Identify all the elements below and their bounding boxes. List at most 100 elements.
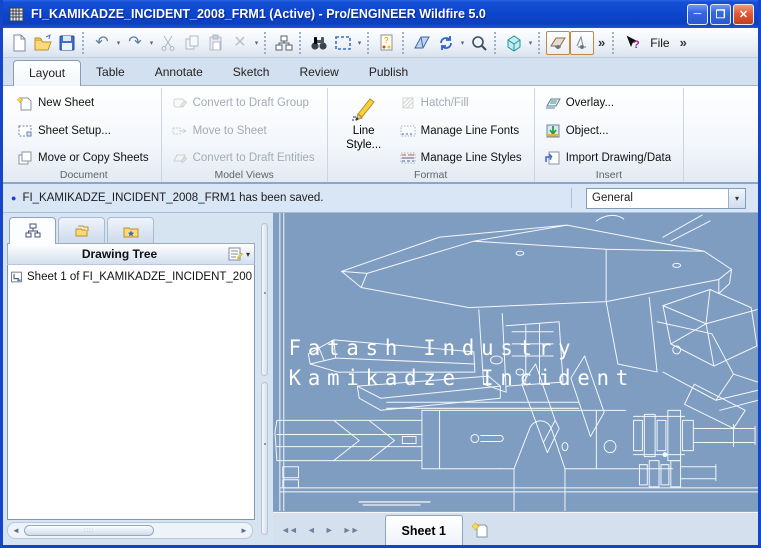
splitter-handle-bottom[interactable] xyxy=(261,382,268,535)
redo-dropdown[interactable]: ▾ xyxy=(147,31,156,55)
selection-filter-dropdown[interactable]: ▾ xyxy=(355,31,364,55)
overlay-button[interactable]: Overlay... xyxy=(543,93,673,113)
scrollbar-thumb[interactable]: :::: xyxy=(24,525,154,536)
move-to-sheet-button[interactable]: Move to Sheet xyxy=(170,121,317,141)
tab-layer-tree[interactable] xyxy=(58,217,105,244)
move-copy-sheets-icon xyxy=(17,150,33,166)
copy-icon xyxy=(183,34,201,52)
ribbon: New Sheet Sheet Setup... Move or Copy Sh… xyxy=(3,86,758,184)
manage-line-fonts-button[interactable]: Manage Line Fonts xyxy=(398,121,524,141)
sheet-1-tab[interactable]: Sheet 1 xyxy=(385,515,463,545)
file-menu-button[interactable]: File xyxy=(644,36,675,50)
save-button[interactable] xyxy=(55,31,79,55)
message-bar: ● FI_KAMIKADZE_INCIDENT_2008_FRM1 has be… xyxy=(3,184,758,213)
object-button[interactable]: Object... xyxy=(543,121,673,141)
new-file-button[interactable] xyxy=(7,31,31,55)
ribbon-group-model-views: Convert to Draft Group Move to Sheet Con… xyxy=(162,88,328,182)
undo-dropdown[interactable]: ▾ xyxy=(114,31,123,55)
delete-dropdown[interactable]: ▾ xyxy=(252,31,261,55)
convert-draft-entities-button[interactable]: Convert to Draft Entities xyxy=(170,148,317,168)
move-copy-sheets-button[interactable]: Move or Copy Sheets xyxy=(15,148,151,168)
drawing-tree-title: Drawing Tree xyxy=(12,247,227,261)
layer-status-icon: ? xyxy=(378,34,396,52)
minimize-button[interactable]: ─ xyxy=(687,4,708,25)
repaint-button[interactable] xyxy=(434,31,458,55)
tree-horizontal-scrollbar[interactable]: ◄ :::: ► xyxy=(7,522,253,539)
symbol-display-toggle[interactable] xyxy=(570,31,594,55)
line-style-button[interactable]: Line Style... xyxy=(336,91,392,168)
tree-item-sheet1[interactable]: Sheet 1 of FI_KAMIKADZE_INCIDENT_200 xyxy=(10,269,252,285)
file-overflow-button[interactable]: » xyxy=(676,35,691,50)
panel-splitter[interactable] xyxy=(255,213,273,545)
delete-button[interactable]: ✕ xyxy=(228,31,252,55)
convert-draft-group-button[interactable]: Convert to Draft Group xyxy=(170,93,317,113)
ritem-label: Object... xyxy=(566,125,609,137)
last-sheet-button[interactable]: ►► xyxy=(343,525,359,535)
sheet-navigation: ◄◄ ◄ ► ►► xyxy=(281,515,359,545)
close-button[interactable]: ✕ xyxy=(733,4,754,25)
undo-button[interactable]: ↶ xyxy=(90,31,114,55)
drawing-canvas[interactable]: Fatash Industry Kamikadze Incident xyxy=(273,213,758,511)
drawing-title-line2: Kamikadze Incident xyxy=(289,366,635,390)
copy-button[interactable] xyxy=(180,31,204,55)
combo-arrow-icon[interactable]: ▾ xyxy=(728,189,745,208)
import-drawing-button[interactable]: Import Drawing/Data xyxy=(543,148,673,168)
status-message: FI_KAMIKADZE_INCIDENT_2008_FRM1 has been… xyxy=(22,192,565,204)
view-display-button[interactable] xyxy=(502,31,526,55)
scroll-left-icon[interactable]: ◄ xyxy=(10,526,22,535)
ritem-label: Sheet Setup... xyxy=(38,125,111,137)
toolbar-overflow-button[interactable]: » xyxy=(594,35,609,50)
add-sheet-button[interactable] xyxy=(467,515,495,545)
tab-sketch[interactable]: Sketch xyxy=(218,60,285,85)
zoom-in-button[interactable] xyxy=(467,31,491,55)
tab-layout[interactable]: Layout xyxy=(13,60,81,86)
next-sheet-button[interactable]: ► xyxy=(325,525,333,535)
tree-settings-icon[interactable] xyxy=(227,246,243,262)
tab-model-tree[interactable] xyxy=(9,217,56,244)
tab-annotate[interactable]: Annotate xyxy=(140,60,218,85)
regenerate-button[interactable] xyxy=(272,31,296,55)
restore-button[interactable]: ❐ xyxy=(710,4,731,25)
new-sheet-button[interactable]: New Sheet xyxy=(15,93,151,113)
import-drawing-icon xyxy=(545,150,561,166)
scroll-right-icon[interactable]: ► xyxy=(238,526,250,535)
ribbon-group-insert: Overlay... Object... Import Drawing/Data… xyxy=(535,88,684,182)
tab-table[interactable]: Table xyxy=(81,60,140,85)
open-file-button[interactable] xyxy=(31,31,55,55)
grip-dot xyxy=(264,292,266,294)
first-sheet-button[interactable]: ◄◄ xyxy=(281,525,297,535)
drawing-title-line1: Fatash Industry xyxy=(289,336,578,360)
paste-button[interactable] xyxy=(204,31,228,55)
hatch-fill-icon xyxy=(400,95,416,111)
cut-button[interactable] xyxy=(156,31,180,55)
selection-filter-button[interactable] xyxy=(331,31,355,55)
title-bar[interactable]: FI_KAMIKADZE_INCIDENT_2008_FRM1 (Active)… xyxy=(3,0,758,28)
convert-draft-entities-icon xyxy=(172,150,188,166)
tab-favorites[interactable] xyxy=(107,217,154,244)
drawing-tree[interactable]: Sheet 1 of FI_KAMIKADZE_INCIDENT_200 xyxy=(7,265,255,520)
previous-sheet-button[interactable]: ◄ xyxy=(307,525,315,535)
line-styles-icon xyxy=(400,150,416,166)
splitter-handle-top[interactable] xyxy=(261,223,268,376)
object-icon xyxy=(545,123,561,139)
sheet-setup-button[interactable]: Sheet Setup... xyxy=(15,121,151,141)
hatch-fill-button[interactable]: Hatch/Fill xyxy=(398,93,524,113)
sheet-node-icon xyxy=(10,269,23,285)
redo-button[interactable]: ↷ xyxy=(123,31,147,55)
manage-line-styles-button[interactable]: Manage Line Styles xyxy=(398,148,524,168)
find-button[interactable] xyxy=(307,31,331,55)
tab-review[interactable]: Review xyxy=(284,60,353,85)
layers-button[interactable]: ? xyxy=(375,31,399,55)
view-mode-select[interactable]: General ▾ xyxy=(586,188,746,209)
move-to-sheet-icon xyxy=(172,123,188,139)
toolbar-separator xyxy=(82,32,87,54)
context-help-button[interactable]: ? xyxy=(620,31,644,55)
view-display-dropdown[interactable]: ▾ xyxy=(526,31,535,55)
tab-publish[interactable]: Publish xyxy=(354,60,423,85)
tree-settings-caret[interactable]: ▾ xyxy=(246,250,250,259)
datum-display-button[interactable] xyxy=(410,31,434,55)
message-bullet-icon: ● xyxy=(11,193,16,203)
annotation-display-toggle[interactable] xyxy=(546,31,570,55)
save-floppy-icon xyxy=(58,34,76,52)
repaint-dropdown[interactable]: ▾ xyxy=(458,31,467,55)
